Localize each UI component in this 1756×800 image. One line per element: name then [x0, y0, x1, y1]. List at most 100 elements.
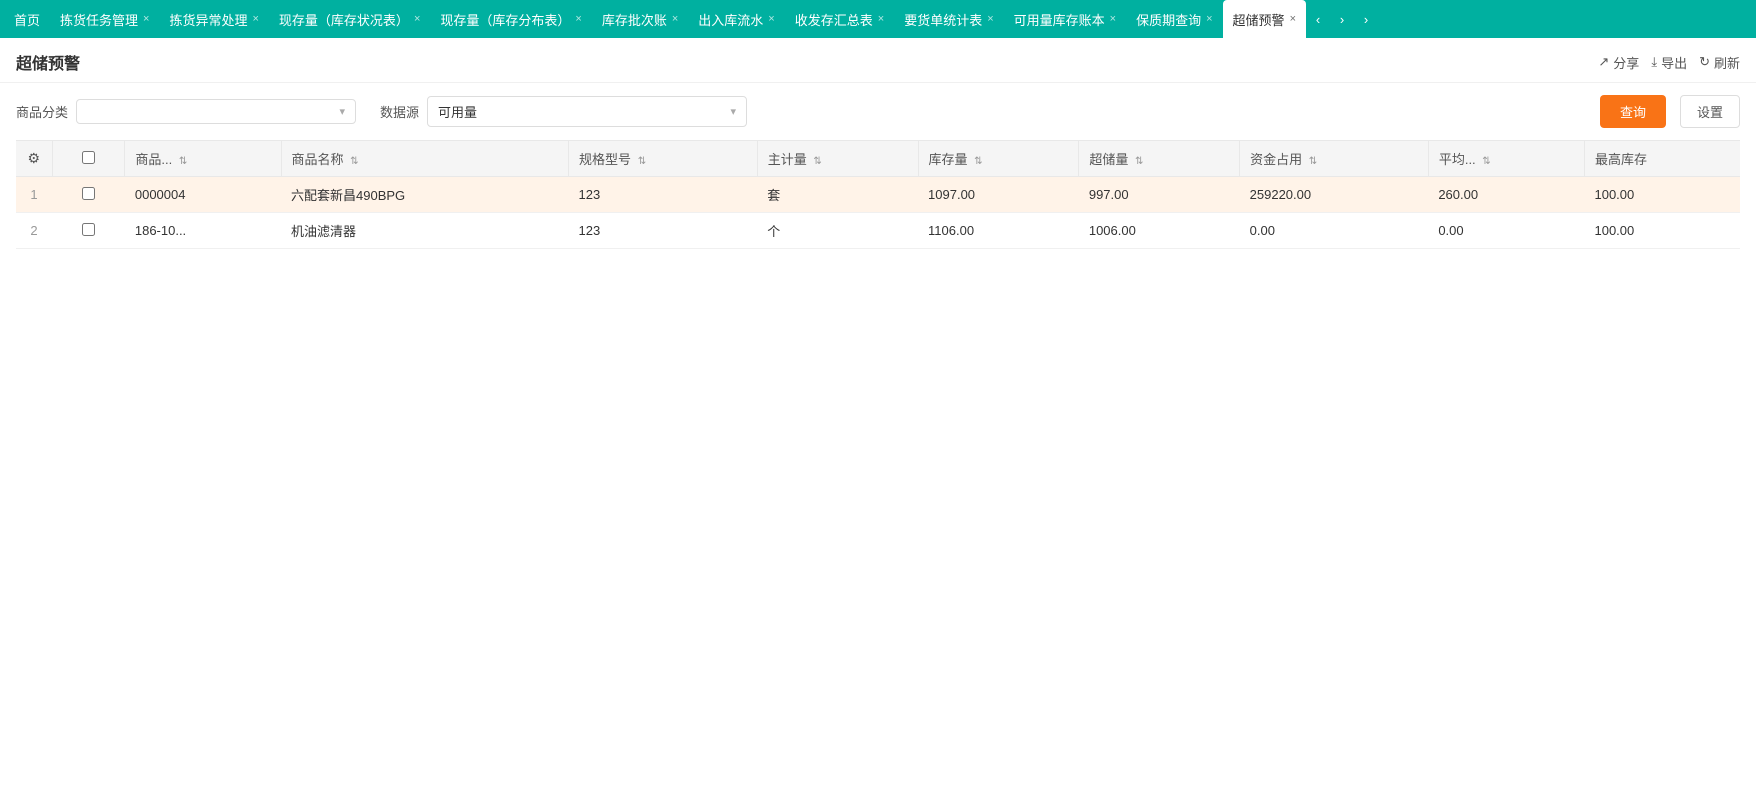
overstock-table: ⚙ 商品... ⇅ 商品名称 ⇅ 规格型号 ⇅: [16, 140, 1740, 249]
nav-tab-stock-batch[interactable]: 库存批次账 ×: [592, 0, 688, 38]
row-checkbox-0[interactable]: [82, 187, 95, 200]
avg-0: 260.00: [1428, 177, 1584, 213]
close-tab-available-ledger[interactable]: ×: [1110, 13, 1116, 25]
datasource-select-value: 可用量: [438, 102, 477, 121]
datasource-chevron-icon: ▾: [731, 105, 737, 118]
column-product-name[interactable]: 商品名称 ⇅: [281, 141, 569, 177]
nav-tab-overstock-warning[interactable]: 超储预警 ×: [1223, 0, 1306, 38]
column-product-code[interactable]: 商品... ⇅: [125, 141, 281, 177]
column-avg[interactable]: 平均... ⇅: [1428, 141, 1584, 177]
nav-tab-available-ledger[interactable]: 可用量库存账本 ×: [1004, 0, 1126, 38]
stock-1: 1106.00: [918, 213, 1079, 249]
category-chevron-icon: ▾: [339, 105, 345, 118]
nav-tab-inout-flow[interactable]: 出入库流水 ×: [688, 0, 784, 38]
close-tab-abnormal[interactable]: ×: [252, 13, 258, 25]
main-content: 超储预警 ↗ 分享 ⤓ 导出 ↻ 刷新 商品分类 ▾ 数据源: [0, 38, 1756, 800]
filter-buttons: 查询 设置: [1600, 95, 1740, 128]
table-row: 2 186-10... 机油滤清器 123 个 1106.00 1006.00 …: [16, 213, 1740, 249]
settings-button[interactable]: 设置: [1680, 95, 1740, 128]
capital-1: 0.00: [1240, 213, 1429, 249]
close-tab-stock-status[interactable]: ×: [414, 13, 420, 25]
close-tab-stock-batch[interactable]: ×: [672, 13, 678, 25]
close-tab-overstock-warning[interactable]: ×: [1290, 13, 1296, 25]
unit-1: 个: [757, 213, 918, 249]
row-num-1: 2: [16, 213, 52, 249]
sort-unit-icon: ⇅: [813, 156, 821, 167]
nav-tab-order-stat[interactable]: 要货单统计表 ×: [894, 0, 1003, 38]
column-max-stock[interactable]: 最高库存: [1584, 141, 1740, 177]
product-name-1: 机油滤清器: [281, 213, 569, 249]
overstock-0: 997.00: [1079, 177, 1240, 213]
column-overstock[interactable]: 超储量 ⇅: [1079, 141, 1240, 177]
nav-arrow-left[interactable]: ‹: [1306, 0, 1330, 38]
product-code-1: 186-10...: [125, 213, 281, 249]
sort-overstock-icon: ⇅: [1135, 156, 1143, 167]
header-actions: ↗ 分享 ⤓ 导出 ↻ 刷新: [1598, 53, 1740, 72]
sort-product-name-icon: ⇅: [350, 156, 358, 167]
max-stock-1: 100.00: [1584, 213, 1740, 249]
avg-1: 0.00: [1428, 213, 1584, 249]
row-checkbox-cell-1[interactable]: [52, 213, 125, 249]
close-tab-order-stat[interactable]: ×: [987, 13, 993, 25]
export-icon: ⤓: [1651, 54, 1657, 70]
spec-0: 123: [569, 177, 758, 213]
category-filter: 商品分类 ▾: [16, 99, 356, 124]
column-unit[interactable]: 主计量 ⇅: [757, 141, 918, 177]
overstock-1: 1006.00: [1079, 213, 1240, 249]
row-checkbox-cell-0[interactable]: [52, 177, 125, 213]
sort-stock-icon: ⇅: [974, 156, 982, 167]
column-capital[interactable]: 资金占用 ⇅: [1240, 141, 1429, 177]
datasource-filter: 数据源 可用量 ▾: [380, 96, 747, 127]
page-title: 超储预警: [16, 50, 80, 74]
row-num-0: 1: [16, 177, 52, 213]
unit-0: 套: [757, 177, 918, 213]
stock-0: 1097.00: [918, 177, 1079, 213]
nav-tab-task-mgmt[interactable]: 拣货任务管理 ×: [50, 0, 159, 38]
top-navigation: 首页 拣货任务管理 × 拣货异常处理 × 现存量（库存状况表） × 现存量（库存…: [0, 0, 1756, 38]
row-checkbox-1[interactable]: [82, 223, 95, 236]
datasource-label: 数据源: [380, 102, 419, 121]
sort-avg-icon: ⇅: [1482, 156, 1490, 167]
close-tab-collect-summary[interactable]: ×: [878, 13, 884, 25]
gear-icon: ⚙: [27, 150, 40, 166]
filter-area: 商品分类 ▾ 数据源 可用量 ▾ 查询 设置: [0, 83, 1756, 140]
refresh-icon: ↻: [1699, 54, 1710, 70]
page-header: 超储预警 ↗ 分享 ⤓ 导出 ↻ 刷新: [0, 38, 1756, 83]
table-header-row: ⚙ 商品... ⇅ 商品名称 ⇅ 规格型号 ⇅: [16, 141, 1740, 177]
select-all-checkbox[interactable]: [82, 151, 95, 164]
category-label: 商品分类: [16, 102, 68, 121]
sort-capital-icon: ⇅: [1309, 156, 1317, 167]
table-row: 1 0000004 六配套新昌490BPG 123 套 1097.00 997.…: [16, 177, 1740, 213]
share-icon: ↗: [1598, 54, 1609, 70]
max-stock-0: 100.00: [1584, 177, 1740, 213]
nav-tab-abnormal[interactable]: 拣货异常处理 ×: [159, 0, 268, 38]
sort-spec-icon: ⇅: [638, 156, 646, 167]
export-button[interactable]: ⤓ 导出: [1651, 53, 1687, 72]
column-checkbox: [52, 141, 125, 177]
share-button[interactable]: ↗ 分享: [1598, 53, 1639, 72]
column-settings[interactable]: ⚙: [16, 141, 52, 177]
close-tab-inout-flow[interactable]: ×: [768, 13, 774, 25]
capital-0: 259220.00: [1240, 177, 1429, 213]
close-tab-quality-check[interactable]: ×: [1206, 13, 1212, 25]
close-tab-task-mgmt[interactable]: ×: [143, 13, 149, 25]
refresh-button[interactable]: ↻ 刷新: [1699, 53, 1740, 72]
nav-tab-stock-dist[interactable]: 现存量（库存分布表） ×: [430, 0, 591, 38]
nav-tab-stock-status[interactable]: 现存量（库存状况表） ×: [269, 0, 430, 38]
close-tab-stock-dist[interactable]: ×: [575, 13, 581, 25]
product-code-0: 0000004: [125, 177, 281, 213]
column-spec[interactable]: 规格型号 ⇅: [569, 141, 758, 177]
nav-arrow-more[interactable]: ›: [1354, 0, 1378, 38]
spec-1: 123: [569, 213, 758, 249]
category-select[interactable]: ▾: [76, 99, 356, 124]
nav-tab-quality-check[interactable]: 保质期查询 ×: [1126, 0, 1222, 38]
product-name-0: 六配套新昌490BPG: [281, 177, 569, 213]
table-container: ⚙ 商品... ⇅ 商品名称 ⇅ 规格型号 ⇅: [0, 140, 1756, 249]
nav-tab-home[interactable]: 首页: [4, 0, 50, 38]
nav-tab-collect-summary[interactable]: 收发存汇总表 ×: [785, 0, 894, 38]
nav-arrow-right[interactable]: ›: [1330, 0, 1354, 38]
sort-product-code-icon: ⇅: [179, 156, 187, 167]
column-stock[interactable]: 库存量 ⇅: [918, 141, 1079, 177]
query-button[interactable]: 查询: [1600, 95, 1666, 128]
datasource-select[interactable]: 可用量 ▾: [427, 96, 747, 127]
